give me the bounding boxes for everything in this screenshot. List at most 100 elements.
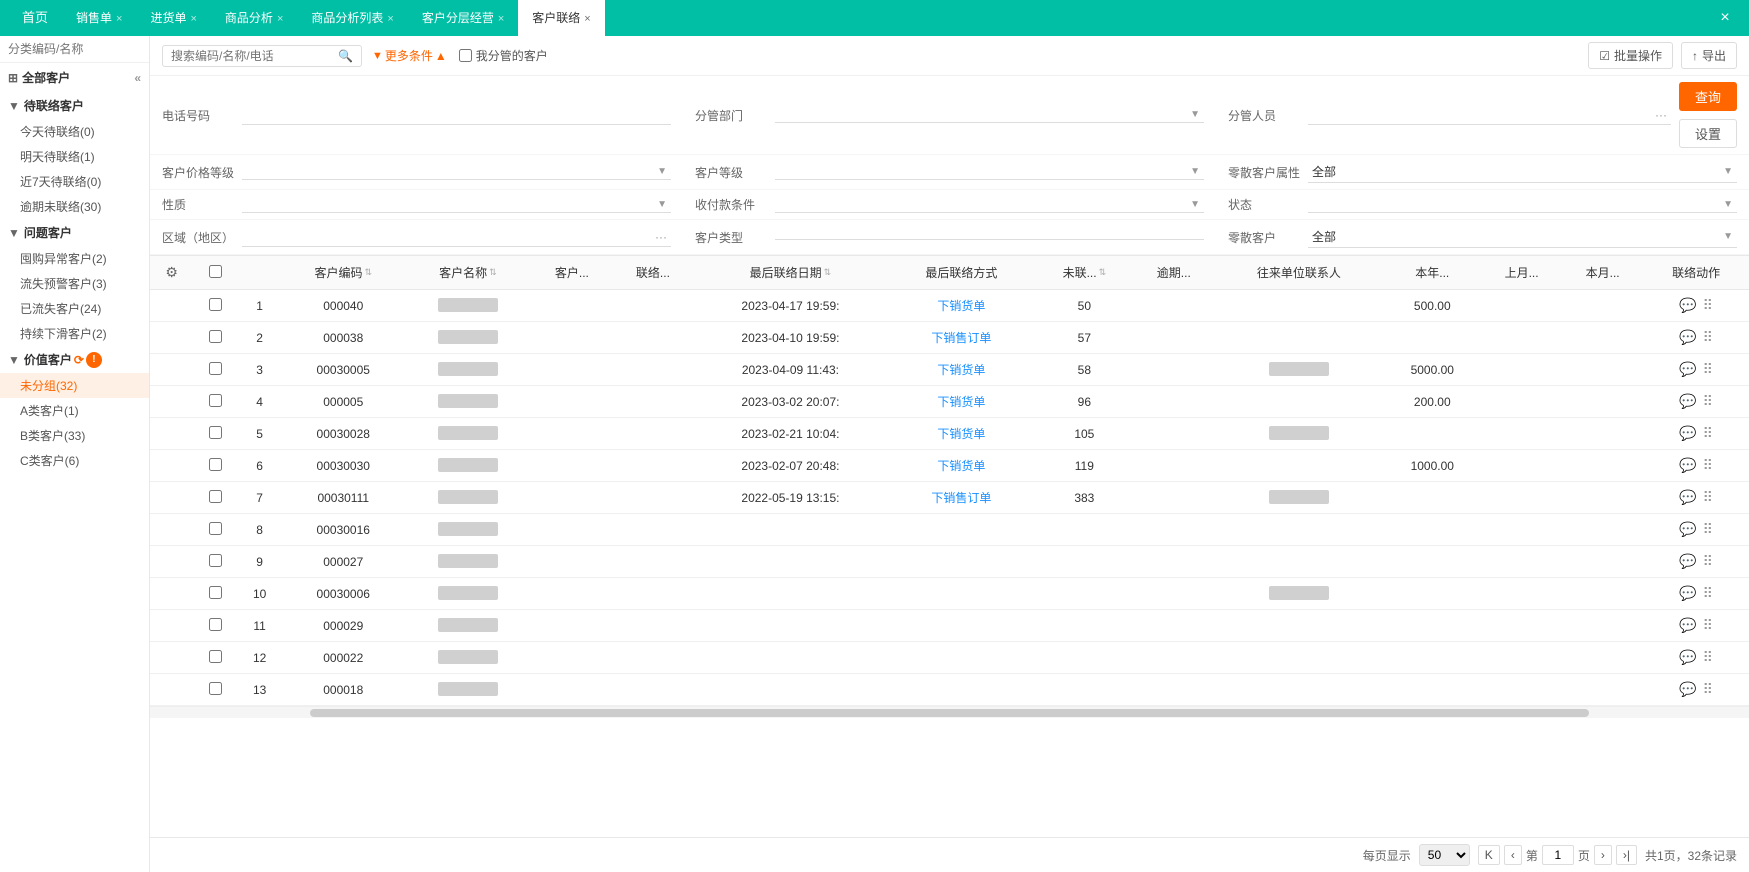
more-icon[interactable]: ⠿ — [1703, 329, 1713, 346]
chat-icon[interactable]: 💬 — [1679, 521, 1696, 538]
more-icon[interactable]: ⠿ — [1703, 553, 1713, 570]
col-checkbox[interactable] — [193, 256, 237, 290]
more-icon[interactable]: ⠿ — [1703, 585, 1713, 602]
filter-input-phone[interactable] — [242, 106, 671, 125]
row-checkbox[interactable] — [193, 578, 237, 610]
filter-select-status[interactable]: ▼ — [1308, 197, 1737, 213]
sidebar-item-churn-warning[interactable]: 流失预警客户(3) — [0, 271, 149, 296]
next-page-button[interactable]: › — [1594, 845, 1612, 865]
sidebar-item-ungrouped[interactable]: 未分组(32) — [0, 373, 149, 398]
settings-button[interactable]: 设置 — [1679, 119, 1737, 148]
chat-icon[interactable]: 💬 — [1679, 489, 1696, 506]
sidebar-group-value[interactable]: ▼ 价值客户 ⟳ ! — [0, 346, 149, 373]
row-checkbox[interactable] — [193, 322, 237, 354]
sidebar-group-problem[interactable]: ▼ 问题客户 — [0, 219, 149, 246]
row-checkbox[interactable] — [193, 386, 237, 418]
row-checkbox[interactable] — [193, 450, 237, 482]
my-customers-checkbox[interactable] — [459, 49, 472, 62]
first-page-button[interactable]: K — [1478, 845, 1500, 865]
sidebar-item-class-c[interactable]: C类客户(6) — [0, 448, 149, 473]
row-checkbox[interactable] — [193, 514, 237, 546]
chat-icon[interactable]: 💬 — [1679, 329, 1696, 346]
row-last-contact-method[interactable]: 下销货单 — [887, 450, 1035, 482]
col-type[interactable]: 客户... — [531, 256, 612, 290]
more-icon[interactable]: ⠿ — [1703, 361, 1713, 378]
sidebar-item-overdue-pending[interactable]: 逾期未联络(30) — [0, 194, 149, 219]
col-this-year[interactable]: 本年... — [1383, 256, 1481, 290]
row-checkbox[interactable] — [193, 482, 237, 514]
sidebar-item-abnormal-hoard[interactable]: 囤购异常客户(2) — [0, 246, 149, 271]
chat-icon[interactable]: 💬 — [1679, 361, 1696, 378]
row-checkbox[interactable] — [193, 354, 237, 386]
filter-select-customer-type[interactable] — [775, 235, 1204, 240]
refresh-icon[interactable]: ⟳ — [74, 353, 84, 367]
batch-action-button[interactable]: ☑ 批量操作 — [1588, 42, 1673, 69]
more-icon[interactable]: ⠿ — [1703, 297, 1713, 314]
chat-icon[interactable]: 💬 — [1679, 393, 1696, 410]
row-last-contact-method[interactable]: 下销货单 — [887, 386, 1035, 418]
more-icon[interactable]: ⠿ — [1703, 681, 1713, 698]
sidebar-search-input[interactable] — [8, 42, 150, 56]
row-last-contact-method[interactable]: 下销货单 — [887, 354, 1035, 386]
filter-select-dept[interactable]: ▼ — [775, 107, 1204, 123]
more-icon[interactable]: ⠿ — [1703, 649, 1713, 666]
row-last-contact-method[interactable]: 下销货单 — [887, 418, 1035, 450]
col-name[interactable]: 客户名称 ⇅ — [405, 256, 532, 290]
sidebar-item-7day-pending[interactable]: 近7天待联络(0) — [0, 169, 149, 194]
nav-tab-purchase[interactable]: 进货单× — [136, 0, 210, 36]
col-contact[interactable]: 联络... — [612, 256, 693, 290]
col-last-month[interactable]: 上月... — [1481, 256, 1562, 290]
chat-icon[interactable]: 💬 — [1679, 297, 1696, 314]
more-icon[interactable]: ⠿ — [1703, 521, 1713, 538]
horizontal-scrollbar[interactable] — [150, 706, 1749, 718]
col-this-month[interactable]: 本月... — [1562, 256, 1643, 290]
filter-more-conditions[interactable]: ▼ 更多条件 ▲ — [372, 47, 447, 64]
chat-icon[interactable]: 💬 — [1679, 585, 1696, 602]
nav-tab-sales[interactable]: 销售单× — [62, 0, 136, 36]
chat-icon[interactable]: 💬 — [1679, 553, 1696, 570]
sidebar-group-pending[interactable]: ▼ 待联络客户 — [0, 92, 149, 119]
filter-select-retail-attr[interactable]: 全部▼ — [1308, 161, 1737, 183]
export-button[interactable]: ↑ 导出 — [1681, 42, 1737, 69]
sidebar-collapse-button[interactable]: « — [134, 71, 141, 85]
nav-home[interactable]: 首页 — [8, 0, 62, 36]
row-checkbox[interactable] — [193, 674, 237, 706]
filter-search-icon[interactable]: 🔍 — [338, 49, 353, 63]
last-page-button[interactable]: ›| — [1616, 845, 1637, 865]
filter-search-input[interactable] — [171, 49, 338, 63]
nav-tab-customer-segment[interactable]: 客户分层经营× — [408, 0, 518, 36]
filter-select-customer-grade[interactable]: ▼ — [775, 164, 1204, 180]
filter-my-customers[interactable]: 我分管的客户 — [459, 47, 548, 64]
sidebar-item-tomorrow-pending[interactable]: 明天待联络(1) — [0, 144, 149, 169]
row-last-contact-method[interactable]: 下销售订单 — [887, 322, 1035, 354]
filter-select-price-grade[interactable]: ▼ — [242, 164, 671, 180]
window-close-button[interactable]: × — [1709, 0, 1741, 36]
chat-icon[interactable]: 💬 — [1679, 425, 1696, 442]
row-checkbox[interactable] — [193, 642, 237, 674]
nav-tab-product-analysis[interactable]: 商品分析× — [211, 0, 297, 36]
chat-icon[interactable]: 💬 — [1679, 617, 1696, 634]
col-contact-person[interactable]: 往来单位联系人 — [1214, 256, 1383, 290]
sidebar-item-class-b[interactable]: B类客户(33) — [0, 423, 149, 448]
sidebar-item-class-a[interactable]: A类客户(1) — [0, 398, 149, 423]
row-checkbox[interactable] — [193, 546, 237, 578]
page-input[interactable] — [1542, 845, 1574, 865]
chat-icon[interactable]: 💬 — [1679, 457, 1696, 474]
sidebar-item-declining[interactable]: 持续下滑客户(2) — [0, 321, 149, 346]
row-last-contact-method[interactable]: 下销售订单 — [887, 482, 1035, 514]
more-icon[interactable]: ⠿ — [1703, 489, 1713, 506]
nav-tab-product-analysis-list[interactable]: 商品分析列表× — [297, 0, 407, 36]
col-code[interactable]: 客户编码 ⇅ — [282, 256, 405, 290]
filter-select-nature[interactable]: ▼ — [242, 197, 671, 213]
filter-select-payment[interactable]: ▼ — [775, 197, 1204, 213]
more-icon[interactable]: ⠿ — [1703, 457, 1713, 474]
more-icon[interactable]: ⠿ — [1703, 425, 1713, 442]
row-last-contact-method[interactable]: 下销货单 — [887, 290, 1035, 322]
chat-icon[interactable]: 💬 — [1679, 681, 1696, 698]
col-last-contact-method[interactable]: 最后联络方式 — [887, 256, 1035, 290]
col-last-contact-date[interactable]: 最后联络日期 ⇅ — [693, 256, 887, 290]
more-icon[interactable]: ⠿ — [1703, 617, 1713, 634]
sidebar-item-churned[interactable]: 已流失客户(24) — [0, 296, 149, 321]
row-checkbox[interactable] — [193, 290, 237, 322]
col-uncontacted[interactable]: 未联... ⇅ — [1035, 256, 1133, 290]
